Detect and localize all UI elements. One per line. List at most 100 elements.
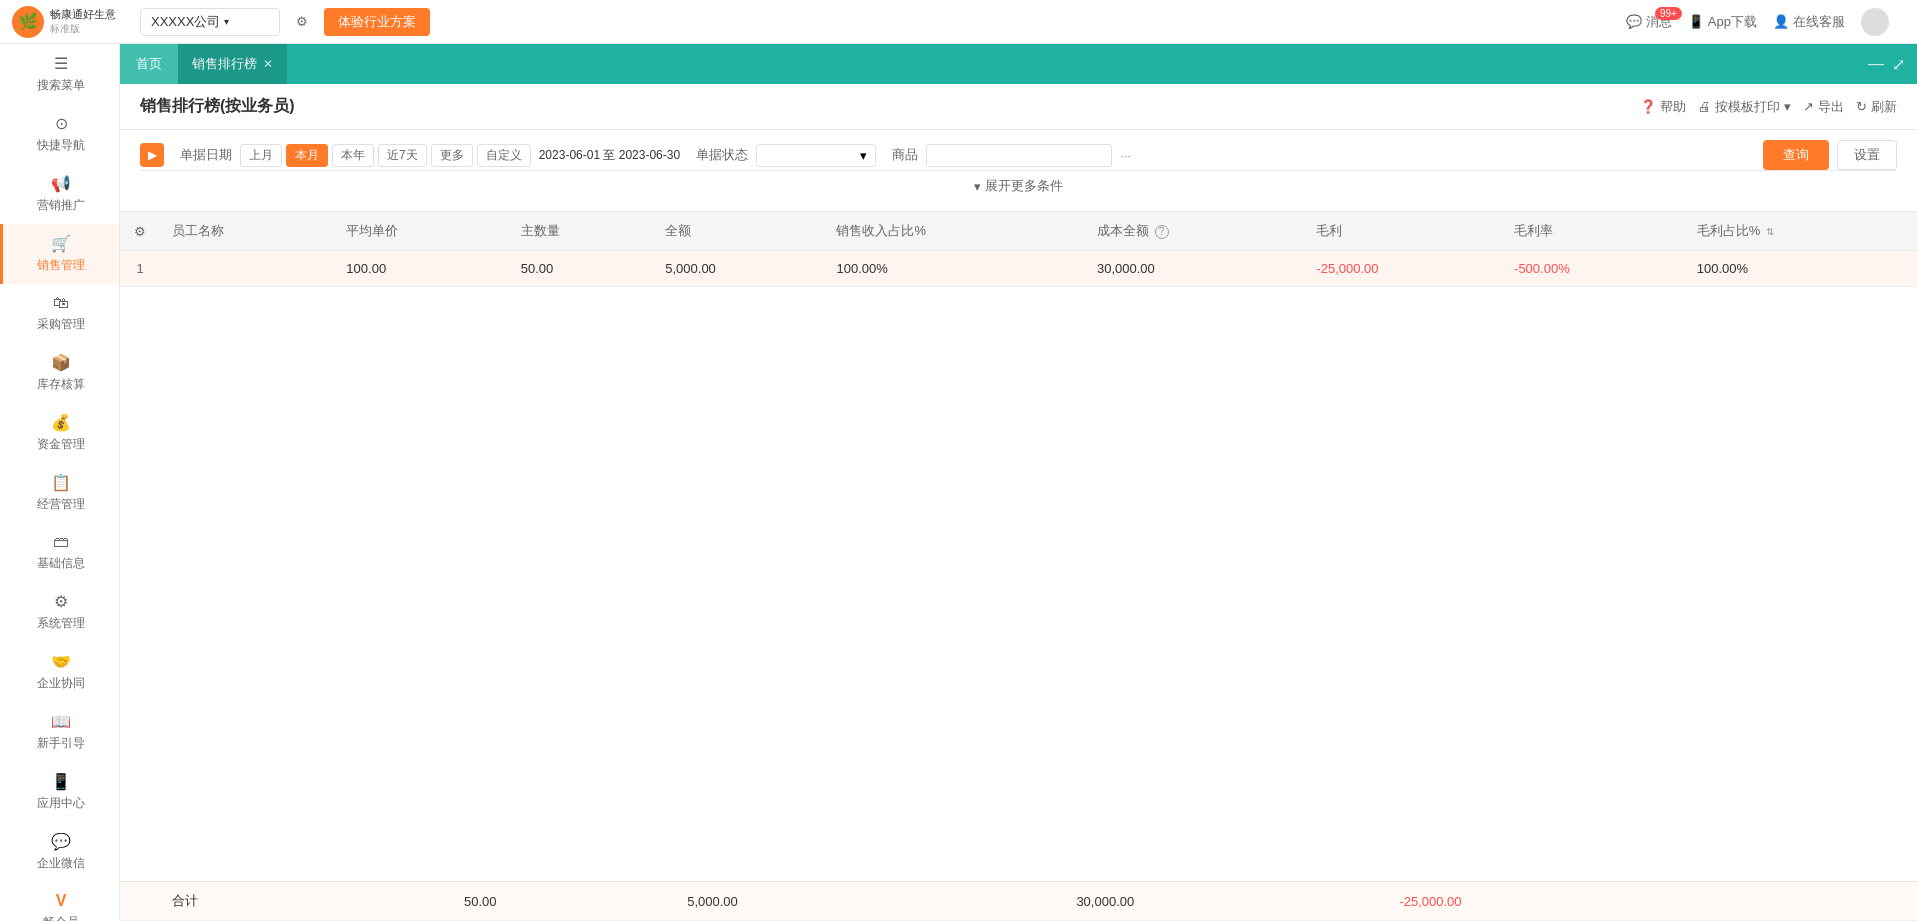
col-gross-pct: 毛利占比% ⇅ <box>1685 212 1917 251</box>
table-header-row: ⚙ 员工名称 平均单价 主数量 <box>120 212 1917 251</box>
content-inner: 销售排行榜(按业务员) ❓ 帮助 🖨 按模板打印 ▾ <box>120 84 1917 921</box>
cell-gross: -25,000.00 <box>1304 251 1502 287</box>
goods-more-icon[interactable]: ··· <box>1120 148 1131 163</box>
finance-icon: 💰 <box>51 413 71 432</box>
inventory-icon: 📦 <box>51 353 71 372</box>
tab-home[interactable]: 首页 <box>120 44 178 84</box>
sidebar-item-wechat[interactable]: 💬 企业微信 <box>0 822 119 882</box>
status-select[interactable]: ▾ <box>756 144 876 167</box>
date-btn-custom[interactable]: 自定义 <box>477 144 531 167</box>
avatar[interactable] <box>1861 8 1889 36</box>
cell-cost: 30,000.00 <box>1085 251 1304 287</box>
page-content: 销售排行榜(按业务员) ❓ 帮助 🖨 按模板打印 ▾ <box>120 84 1917 921</box>
logo-icon: 🌿 <box>12 6 44 38</box>
sidebar-item-guide[interactable]: 📖 新手引导 <box>0 702 119 762</box>
sidebar-item-marketing[interactable]: 📢 营销推广 <box>0 164 119 224</box>
col-sales-pct: 销售收入占比% <box>824 212 1085 251</box>
cell-gross-pct: 100.00% <box>1685 251 1917 287</box>
sidebar-item-inventory[interactable]: 📦 库存核算 <box>0 343 119 403</box>
help-label: 帮助 <box>1660 98 1686 116</box>
system-icon: ⚙ <box>54 592 68 611</box>
message-icon: 💬 <box>1626 14 1642 29</box>
page-actions: ❓ 帮助 🖨 按模板打印 ▾ ↗ 导出 <box>1640 98 1897 116</box>
sidebar-item-enterprise[interactable]: 🤝 企业协同 <box>0 642 119 702</box>
total-table: 合计 50.00 5,000.00 30,000.00 -25,000.00 <box>120 882 1917 921</box>
refresh-icon: ↻ <box>1856 99 1867 114</box>
sidebar-item-system[interactable]: ⚙ 系统管理 <box>0 582 119 642</box>
total-gross: -25,000.00 <box>1387 882 1727 921</box>
sidebar-item-finance[interactable]: 💰 资金管理 <box>0 403 119 463</box>
sidebar-item-vip[interactable]: V 畅会员 <box>0 882 119 921</box>
expand-more-button[interactable]: ▾ 展开更多条件 <box>140 170 1897 201</box>
service-label: 在线客服 <box>1793 13 1845 31</box>
gross-pct-sort-icon[interactable]: ⇅ <box>1766 226 1774 237</box>
message-button[interactable]: 💬 消息 99+ <box>1626 13 1672 31</box>
tab-home-label: 首页 <box>136 55 162 73</box>
col-employee: 员工名称 <box>160 212 334 251</box>
filter-toggle-button[interactable]: ▶ <box>140 143 164 167</box>
filter-area: ▶ 单据日期 上月 本月 本年 近7天 更多 自定义 2023-0 <box>120 130 1917 212</box>
tab-sales-ranking[interactable]: 销售排行榜 ✕ <box>178 44 287 84</box>
cost-tip-icon[interactable]: ? <box>1155 225 1169 239</box>
query-button[interactable]: 查询 <box>1763 140 1829 170</box>
help-button[interactable]: ❓ 帮助 <box>1640 98 1686 116</box>
sidebar-item-operations[interactable]: 📋 经营管理 <box>0 463 119 523</box>
date-btn-current-year[interactable]: 本年 <box>332 144 374 167</box>
date-filter-label: 单据日期 <box>180 146 232 164</box>
export-label: 导出 <box>1818 98 1844 116</box>
export-icon: ↗ <box>1803 99 1814 114</box>
tab-actions: — ⤢ <box>1856 55 1917 74</box>
sidebar-item-purchase[interactable]: 🛍 采购管理 <box>0 284 119 343</box>
goods-filter-group: 商品 ··· <box>892 144 1131 167</box>
online-service-button[interactable]: 👤 在线客服 <box>1773 13 1845 31</box>
sidebar-item-sales[interactable]: 🛒 销售管理 <box>0 224 119 284</box>
col-avg-price-label: 平均单价 <box>346 223 398 238</box>
export-button[interactable]: ↗ 导出 <box>1803 98 1844 116</box>
goods-input[interactable] <box>926 144 1112 167</box>
top-right-area: 💬 消息 99+ 📱 App下载 👤 在线客服 <box>1626 8 1905 36</box>
company-select[interactable]: XXXXX公司 ▾ <box>140 8 280 36</box>
logo-sub: 标准版 <box>50 22 116 36</box>
print-button[interactable]: 🖨 按模板打印 ▾ <box>1698 98 1791 116</box>
tab-maximize-icon[interactable]: ⤢ <box>1892 55 1905 74</box>
page-header: 销售排行榜(按业务员) ❓ 帮助 🖨 按模板打印 ▾ <box>120 84 1917 130</box>
logo-text: 畅康通好生意 <box>50 7 116 21</box>
chevron-down-icon: ▾ <box>224 16 229 27</box>
table-head: ⚙ 员工名称 平均单价 主数量 <box>120 212 1917 251</box>
date-btn-7days[interactable]: 近7天 <box>378 144 427 167</box>
col-amount: 全额 <box>653 212 824 251</box>
date-btn-more[interactable]: 更多 <box>431 144 473 167</box>
vip-icon: V <box>56 892 67 910</box>
tab-close-icon[interactable]: ✕ <box>263 57 273 71</box>
col-gross: 毛利 <box>1304 212 1502 251</box>
company-settings-button[interactable]: ⚙ <box>288 8 316 36</box>
col-gross-pct-label: 毛利占比% <box>1697 223 1761 238</box>
refresh-button[interactable]: ↻ 刷新 <box>1856 98 1897 116</box>
sidebar: ☰ 搜索菜单 ⊙ 快捷导航 📢 营销推广 🛒 销售管理 🛍 采购管理 📦 库存核… <box>0 44 120 921</box>
settings-button[interactable]: 设置 <box>1837 140 1897 170</box>
sidebar-item-search[interactable]: ☰ 搜索菜单 <box>0 44 119 104</box>
sidebar-item-label-marketing: 营销推广 <box>37 197 85 214</box>
sidebar-item-label-guide: 新手引导 <box>37 735 85 752</box>
cell-sales-pct: 100.00% <box>824 251 1085 287</box>
goods-filter-label: 商品 <box>892 146 918 164</box>
search-menu-icon: ☰ <box>54 54 68 73</box>
purchase-icon: 🛍 <box>53 294 69 312</box>
print-icon: 🖨 <box>1698 99 1711 114</box>
tab-minimize-icon[interactable]: — <box>1868 55 1884 73</box>
sidebar-item-label-system: 系统管理 <box>37 615 85 632</box>
sidebar-item-appcenter[interactable]: 📱 应用中心 <box>0 762 119 822</box>
sidebar-item-basicinfo[interactable]: 🗃 基础信息 <box>0 523 119 582</box>
sidebar-item-quicknav[interactable]: ⊙ 快捷导航 <box>0 104 119 164</box>
sales-icon: 🛒 <box>51 234 71 253</box>
trial-button[interactable]: 体验行业方案 <box>324 8 430 36</box>
date-btn-current-month[interactable]: 本月 <box>286 144 328 167</box>
guide-icon: 📖 <box>51 712 71 731</box>
sidebar-item-label-search: 搜索菜单 <box>37 77 85 94</box>
date-btn-last-month[interactable]: 上月 <box>240 144 282 167</box>
col-employee-label: 员工名称 <box>172 223 224 238</box>
col-settings: ⚙ <box>120 212 160 251</box>
status-select-chevron: ▾ <box>860 148 867 163</box>
status-filter-group: 单据状态 ▾ <box>696 144 876 167</box>
app-download-button[interactable]: 📱 App下载 <box>1688 13 1757 31</box>
